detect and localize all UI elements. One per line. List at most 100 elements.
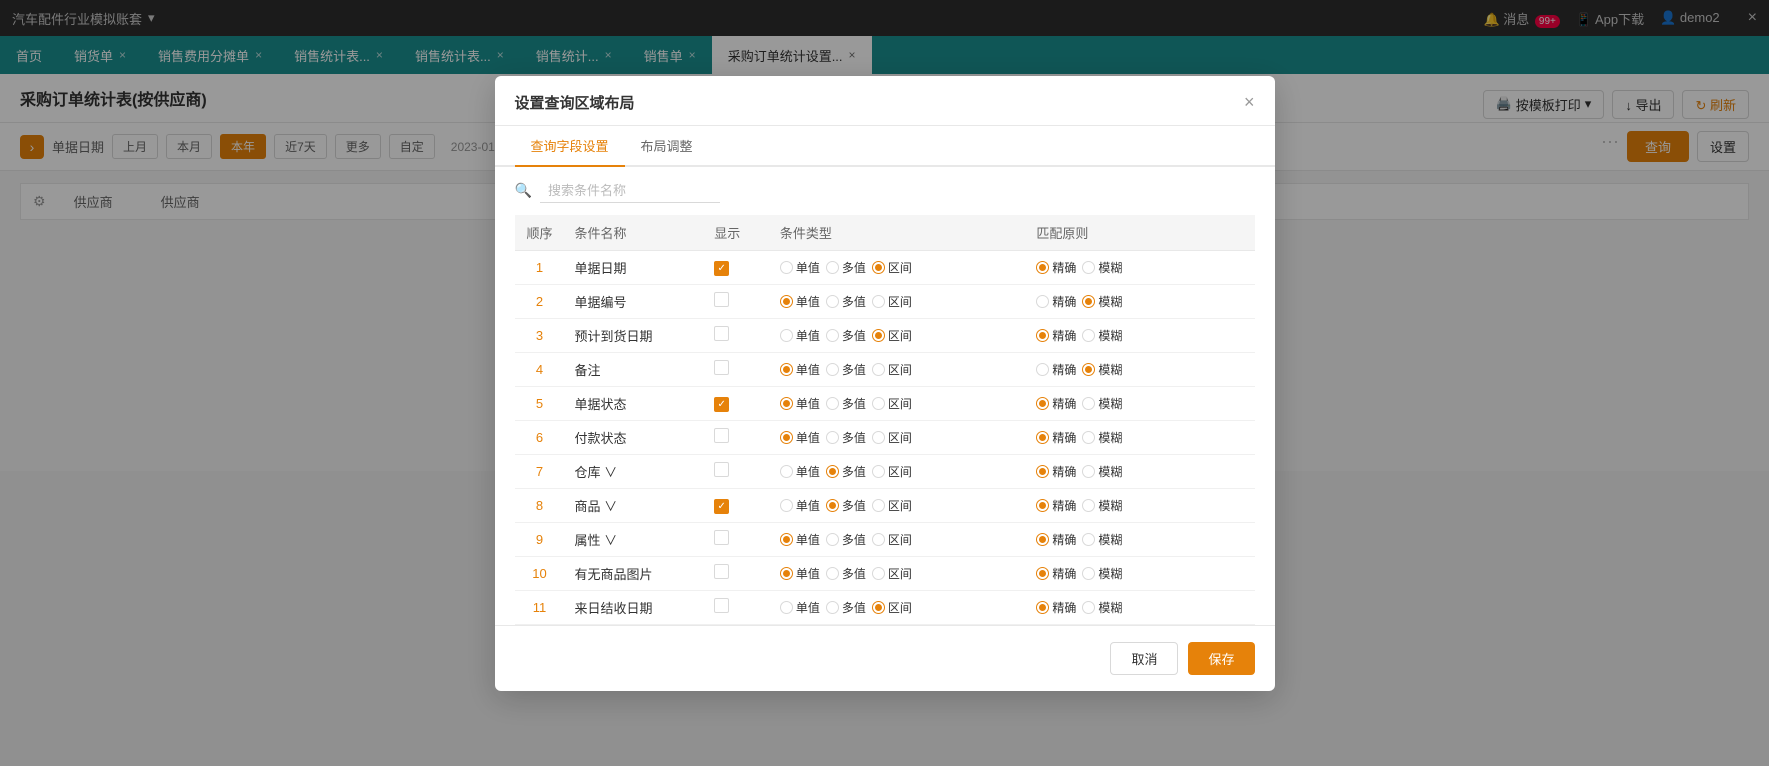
match-exact[interactable]: 精确	[1036, 599, 1076, 616]
match-exact[interactable]: 精确	[1036, 531, 1076, 548]
col-name: 条件名称	[565, 215, 705, 251]
condition-type-range[interactable]: 区间	[872, 327, 912, 344]
save-button[interactable]: 保存	[1188, 642, 1254, 675]
modal-table: 顺序 条件名称 显示 条件类型 匹配原则 1单据日期✓单值多值区间精确模糊2单据…	[495, 215, 1275, 625]
radio-circle	[780, 601, 793, 614]
radio-circle	[872, 567, 885, 580]
table-row: 7仓库 ∨单值多值区间精确模糊	[515, 454, 1255, 488]
display-checkbox[interactable]	[714, 326, 729, 341]
match-exact[interactable]: 精确	[1036, 293, 1076, 310]
display-checkbox[interactable]	[714, 360, 729, 375]
row-order: 9	[515, 522, 565, 556]
modal-search-area: 🔍	[495, 167, 1275, 215]
condition-type-multi[interactable]: 多值	[826, 327, 866, 344]
condition-type-multi[interactable]: 多值	[826, 463, 866, 480]
radio-circle	[826, 567, 839, 580]
display-checkbox[interactable]	[714, 292, 729, 307]
modal-close-btn[interactable]: ×	[1244, 92, 1255, 125]
condition-type-range[interactable]: 区间	[872, 429, 912, 446]
match-fuzzy[interactable]: 模糊	[1082, 361, 1122, 378]
match-fuzzy[interactable]: 模糊	[1082, 565, 1122, 582]
match-exact[interactable]: 精确	[1036, 497, 1076, 514]
radio-circle	[1036, 499, 1049, 512]
display-checkbox[interactable]: ✓	[714, 397, 729, 412]
match-exact[interactable]: 精确	[1036, 463, 1076, 480]
condition-type-range[interactable]: 区间	[872, 565, 912, 582]
match-exact[interactable]: 精确	[1036, 327, 1076, 344]
row-display-cell	[704, 522, 770, 556]
condition-type-multi[interactable]: 多值	[826, 531, 866, 548]
display-checkbox[interactable]	[714, 598, 729, 613]
modal-tab-layout[interactable]: 布局调整	[625, 126, 709, 167]
row-match: 精确模糊	[1026, 318, 1254, 352]
condition-type-single[interactable]: 单值	[780, 497, 820, 514]
match-exact[interactable]: 精确	[1036, 259, 1076, 276]
radio-circle	[1082, 397, 1095, 410]
row-match: 精确模糊	[1026, 488, 1254, 522]
condition-type-single[interactable]: 单值	[780, 293, 820, 310]
condition-type-single[interactable]: 单值	[780, 395, 820, 412]
condition-type-single[interactable]: 单值	[780, 361, 820, 378]
condition-type-range[interactable]: 区间	[872, 259, 912, 276]
condition-type-single[interactable]: 单值	[780, 429, 820, 446]
match-fuzzy[interactable]: 模糊	[1082, 327, 1122, 344]
condition-type-range[interactable]: 区间	[872, 361, 912, 378]
condition-type-multi[interactable]: 多值	[826, 429, 866, 446]
radio-circle	[1082, 363, 1095, 376]
display-checkbox[interactable]	[714, 462, 729, 477]
match-exact[interactable]: 精确	[1036, 395, 1076, 412]
row-name: 备注	[565, 352, 705, 386]
match-fuzzy[interactable]: 模糊	[1082, 497, 1122, 514]
cancel-button[interactable]: 取消	[1110, 642, 1178, 675]
modal-title: 设置查询区域布局	[515, 92, 635, 125]
condition-type-range[interactable]: 区间	[872, 463, 912, 480]
match-fuzzy[interactable]: 模糊	[1082, 599, 1122, 616]
display-checkbox[interactable]: ✓	[714, 261, 729, 276]
display-checkbox[interactable]: ✓	[714, 499, 729, 514]
row-display-cell	[704, 454, 770, 488]
search-input[interactable]	[540, 179, 720, 203]
radio-circle	[1082, 261, 1095, 274]
condition-type-multi[interactable]: 多值	[826, 497, 866, 514]
condition-type-multi[interactable]: 多值	[826, 599, 866, 616]
condition-type-range[interactable]: 区间	[872, 497, 912, 514]
row-name: 属性 ∨	[565, 522, 705, 556]
match-fuzzy[interactable]: 模糊	[1082, 259, 1122, 276]
display-checkbox[interactable]	[714, 530, 729, 545]
match-fuzzy[interactable]: 模糊	[1082, 395, 1122, 412]
condition-type-range[interactable]: 区间	[872, 395, 912, 412]
condition-type-single[interactable]: 单值	[780, 599, 820, 616]
row-condition-type: 单值多值区间	[770, 250, 1027, 284]
condition-type-multi[interactable]: 多值	[826, 293, 866, 310]
match-exact[interactable]: 精确	[1036, 361, 1076, 378]
condition-type-single[interactable]: 单值	[780, 327, 820, 344]
condition-type-single[interactable]: 单值	[780, 565, 820, 582]
condition-type-range[interactable]: 区间	[872, 599, 912, 616]
match-fuzzy[interactable]: 模糊	[1082, 293, 1122, 310]
display-checkbox[interactable]	[714, 428, 729, 443]
match-fuzzy[interactable]: 模糊	[1082, 531, 1122, 548]
condition-type-single[interactable]: 单值	[780, 463, 820, 480]
display-checkbox[interactable]	[714, 564, 729, 579]
radio-circle	[780, 465, 793, 478]
condition-type-multi[interactable]: 多值	[826, 395, 866, 412]
radio-circle	[1082, 465, 1095, 478]
match-fuzzy[interactable]: 模糊	[1082, 429, 1122, 446]
match-exact[interactable]: 精确	[1036, 565, 1076, 582]
row-name: 单据日期	[565, 250, 705, 284]
row-match: 精确模糊	[1026, 386, 1254, 420]
match-fuzzy[interactable]: 模糊	[1082, 463, 1122, 480]
radio-circle	[780, 499, 793, 512]
condition-type-single[interactable]: 单值	[780, 531, 820, 548]
condition-type-multi[interactable]: 多值	[826, 259, 866, 276]
modal-tab-query-fields[interactable]: 查询字段设置	[515, 126, 625, 167]
table-row: 4备注单值多值区间精确模糊	[515, 352, 1255, 386]
condition-type-single[interactable]: 单值	[780, 259, 820, 276]
condition-type-multi[interactable]: 多值	[826, 361, 866, 378]
condition-type-range[interactable]: 区间	[872, 293, 912, 310]
row-order: 1	[515, 250, 565, 284]
condition-type-multi[interactable]: 多值	[826, 565, 866, 582]
condition-type-range[interactable]: 区间	[872, 531, 912, 548]
row-match: 精确模糊	[1026, 556, 1254, 590]
match-exact[interactable]: 精确	[1036, 429, 1076, 446]
